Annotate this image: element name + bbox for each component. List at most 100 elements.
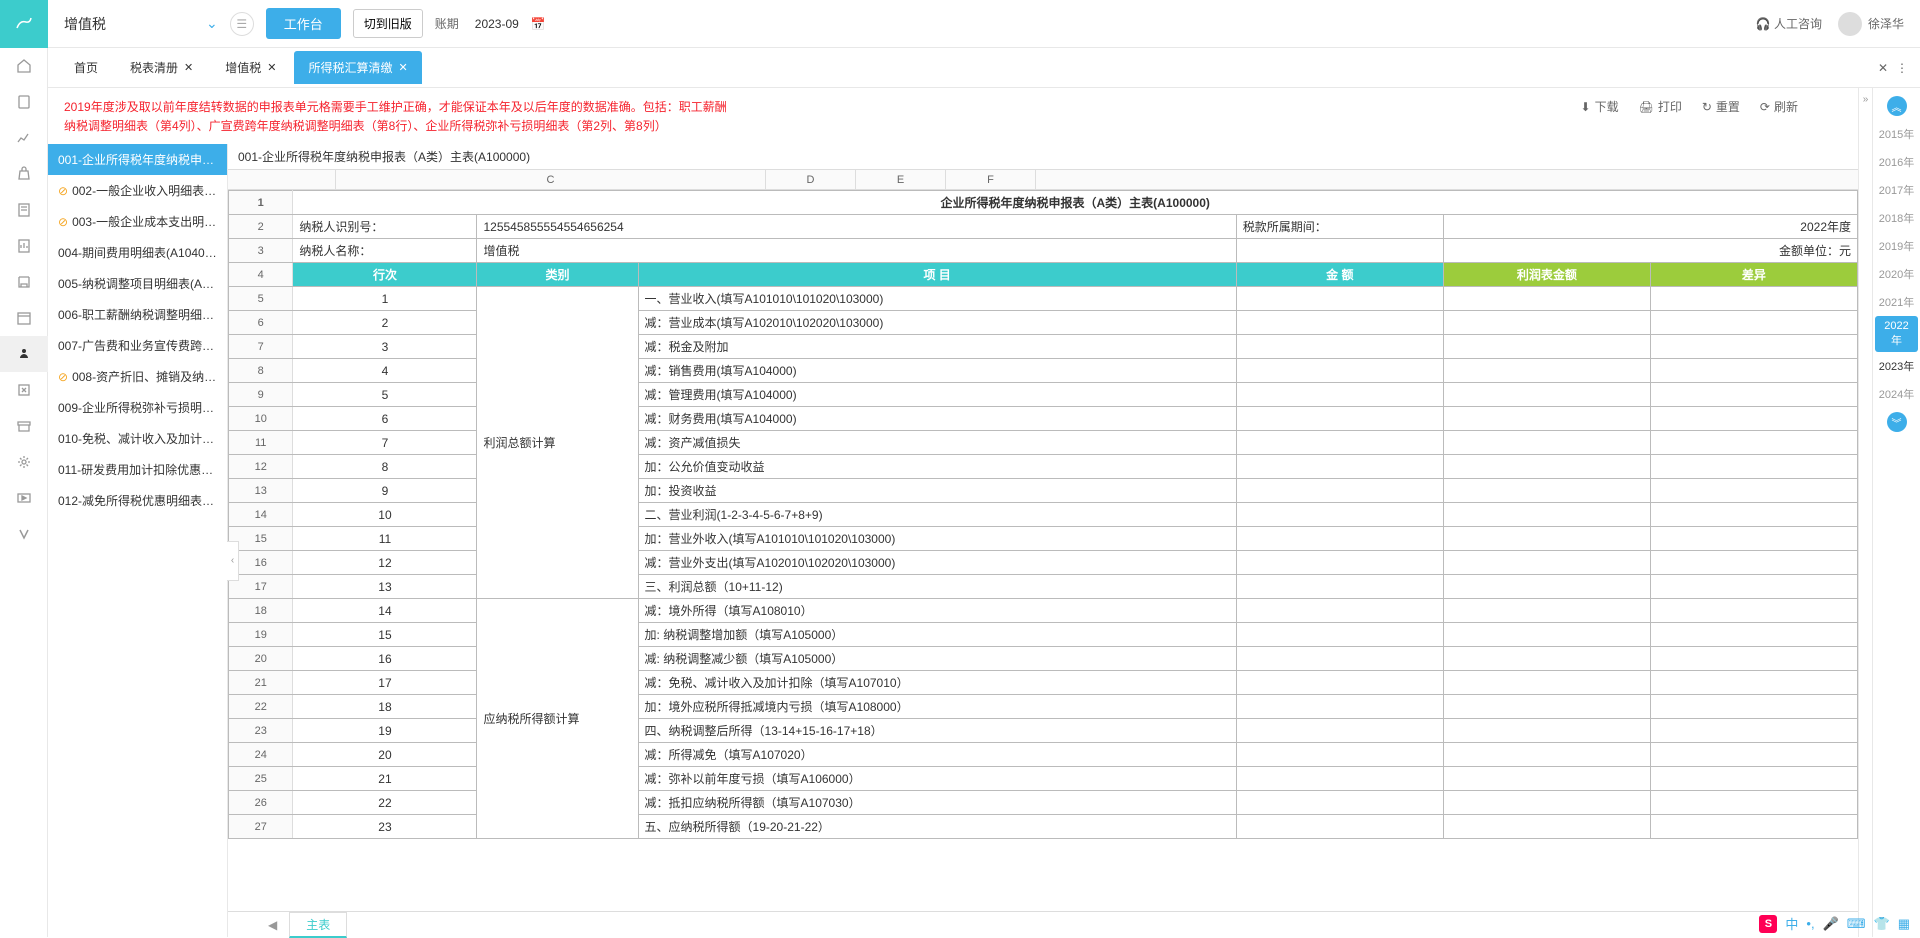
col-header[interactable]: E bbox=[856, 170, 946, 189]
cell-rownum[interactable]: 21 bbox=[293, 767, 477, 791]
print-button[interactable]: 🖨 打印 bbox=[1639, 98, 1682, 115]
form-list-item[interactable]: 012-减免所得税优惠明细表… bbox=[48, 485, 227, 516]
nav-calendar-icon[interactable] bbox=[0, 300, 48, 336]
cell-rownum[interactable]: 17 bbox=[293, 671, 477, 695]
cell-item[interactable]: 减：营业成本(填写A102010\102020\103000) bbox=[638, 311, 1236, 335]
collapse-handle-icon[interactable]: ‹ bbox=[227, 541, 239, 581]
period-value[interactable]: 2023-09 bbox=[475, 17, 519, 31]
ime-keyboard-icon[interactable]: ⌨ bbox=[1847, 916, 1866, 932]
col-header[interactable]: C bbox=[336, 170, 766, 189]
cell-item[interactable]: 减：资产减值损失 bbox=[638, 431, 1236, 455]
cell-value[interactable] bbox=[1236, 695, 1443, 719]
row-number[interactable]: 18 bbox=[229, 599, 293, 623]
cell-value[interactable] bbox=[1236, 359, 1443, 383]
form-list-item[interactable]: ⊘003-一般企业成本支出明细… bbox=[48, 206, 227, 237]
cell-value[interactable] bbox=[1650, 671, 1857, 695]
cell-value[interactable] bbox=[1650, 791, 1857, 815]
nav-home-icon[interactable] bbox=[0, 48, 48, 84]
year-item[interactable]: 2016年 bbox=[1873, 148, 1920, 176]
form-list-item[interactable]: 006-职工薪酬纳税调整明细… bbox=[48, 299, 227, 330]
nav-chart-icon[interactable] bbox=[0, 120, 48, 156]
consult-link[interactable]: 🎧 人工咨询 bbox=[1756, 15, 1822, 32]
row-number[interactable]: 7 bbox=[229, 335, 293, 359]
refresh-button[interactable]: ⟳ 刷新 bbox=[1760, 98, 1798, 115]
cell-value[interactable] bbox=[1443, 527, 1650, 551]
row-number[interactable]: 22 bbox=[229, 695, 293, 719]
sheet-nav-prev-icon[interactable]: ◀ bbox=[268, 918, 277, 932]
cell-value[interactable] bbox=[1236, 503, 1443, 527]
cell-value[interactable] bbox=[1443, 479, 1650, 503]
year-item[interactable]: 2023年 bbox=[1873, 352, 1920, 380]
cell-rownum[interactable]: 13 bbox=[293, 575, 477, 599]
year-item[interactable]: 2021年 bbox=[1873, 288, 1920, 316]
row-number[interactable]: 21 bbox=[229, 671, 293, 695]
row-number[interactable]: 9 bbox=[229, 383, 293, 407]
cell-value[interactable] bbox=[1236, 647, 1443, 671]
col-header[interactable]: F bbox=[946, 170, 1036, 189]
cell-value[interactable] bbox=[1236, 455, 1443, 479]
cell-rownum[interactable]: 10 bbox=[293, 503, 477, 527]
cell-value[interactable] bbox=[1443, 623, 1650, 647]
cell-value[interactable] bbox=[1236, 767, 1443, 791]
cell-value[interactable] bbox=[1443, 743, 1650, 767]
cell-item[interactable]: 减：境外所得（填写A108010） bbox=[638, 599, 1236, 623]
form-list-item[interactable]: 007-广告费和业务宣传费跨… bbox=[48, 330, 227, 361]
nav-transfer-icon[interactable] bbox=[0, 372, 48, 408]
cell-item[interactable]: 加：投资收益 bbox=[638, 479, 1236, 503]
cell-value[interactable] bbox=[1236, 527, 1443, 551]
cell-value[interactable] bbox=[1236, 815, 1443, 839]
cell-item[interactable]: 加：公允价值变动收益 bbox=[638, 455, 1236, 479]
cell-value[interactable] bbox=[1650, 359, 1857, 383]
year-item[interactable]: 2022年 bbox=[1875, 316, 1918, 352]
cell-value[interactable] bbox=[1236, 599, 1443, 623]
year-item[interactable]: 2019年 bbox=[1873, 232, 1920, 260]
tabs-menu-icon[interactable]: ⋮ bbox=[1896, 61, 1908, 75]
workspace-button[interactable]: 工作台 bbox=[266, 8, 341, 39]
cell-value[interactable] bbox=[1650, 815, 1857, 839]
cell-value[interactable] bbox=[1650, 479, 1857, 503]
year-item[interactable]: 2015年 bbox=[1873, 120, 1920, 148]
cell-item[interactable]: 加：营业外收入(填写A101010\101020\103000) bbox=[638, 527, 1236, 551]
row-number[interactable]: 25 bbox=[229, 767, 293, 791]
form-list-item[interactable]: 005-纳税调整项目明细表(A1… bbox=[48, 268, 227, 299]
cell-item[interactable]: 减：财务费用(填写A104000) bbox=[638, 407, 1236, 431]
cell-value[interactable] bbox=[1650, 311, 1857, 335]
cell-value[interactable] bbox=[1236, 575, 1443, 599]
cell-item[interactable]: 减：弥补以前年度亏损（填写A106000） bbox=[638, 767, 1236, 791]
cell-value[interactable] bbox=[1650, 575, 1857, 599]
ime-tools-icon[interactable]: ▦ bbox=[1898, 916, 1910, 932]
cell-value[interactable] bbox=[1443, 311, 1650, 335]
cell-value[interactable] bbox=[1650, 623, 1857, 647]
cell-rownum[interactable]: 12 bbox=[293, 551, 477, 575]
cell-item[interactable]: 减：抵扣应纳税所得额（填写A107030） bbox=[638, 791, 1236, 815]
tax-period-value[interactable]: 2022年度 bbox=[1443, 215, 1857, 239]
form-list-item[interactable]: 010-免税、减计收入及加计… bbox=[48, 423, 227, 454]
nav-video-icon[interactable] bbox=[0, 480, 48, 516]
nav-settings-icon[interactable] bbox=[0, 444, 48, 480]
cell-value[interactable] bbox=[1443, 767, 1650, 791]
form-list-item[interactable]: 009-企业所得税弥补亏损明… bbox=[48, 392, 227, 423]
cell-rownum[interactable]: 3 bbox=[293, 335, 477, 359]
col-header[interactable] bbox=[228, 170, 336, 189]
cell-value[interactable] bbox=[1443, 383, 1650, 407]
cell-value[interactable] bbox=[1443, 719, 1650, 743]
row-number[interactable]: 27 bbox=[229, 815, 293, 839]
cell-value[interactable] bbox=[1443, 599, 1650, 623]
cell-value[interactable] bbox=[1443, 335, 1650, 359]
cell-value[interactable] bbox=[1236, 335, 1443, 359]
cell-item[interactable]: 减：所得减免（填写A107020） bbox=[638, 743, 1236, 767]
cell-value[interactable] bbox=[1443, 407, 1650, 431]
cell-rownum[interactable]: 19 bbox=[293, 719, 477, 743]
cell-rownum[interactable]: 9 bbox=[293, 479, 477, 503]
cell-rownum[interactable]: 20 bbox=[293, 743, 477, 767]
cell-item[interactable]: 一、营业收入(填写A101010\101020\103000) bbox=[638, 287, 1236, 311]
tab-税表清册[interactable]: 税表清册✕ bbox=[116, 51, 207, 84]
cell-item[interactable]: 减: 纳税调整减少额（填写A105000） bbox=[638, 647, 1236, 671]
cell-value[interactable] bbox=[1443, 575, 1650, 599]
cell-value[interactable] bbox=[1650, 719, 1857, 743]
row-number[interactable]: 6 bbox=[229, 311, 293, 335]
cell-rownum[interactable]: 6 bbox=[293, 407, 477, 431]
cell-value[interactable] bbox=[1236, 551, 1443, 575]
cell-item[interactable]: 加：境外应税所得抵减境内亏损（填写A108000） bbox=[638, 695, 1236, 719]
form-list-item[interactable]: ⊘008-资产折旧、摊销及纳税… bbox=[48, 361, 227, 392]
